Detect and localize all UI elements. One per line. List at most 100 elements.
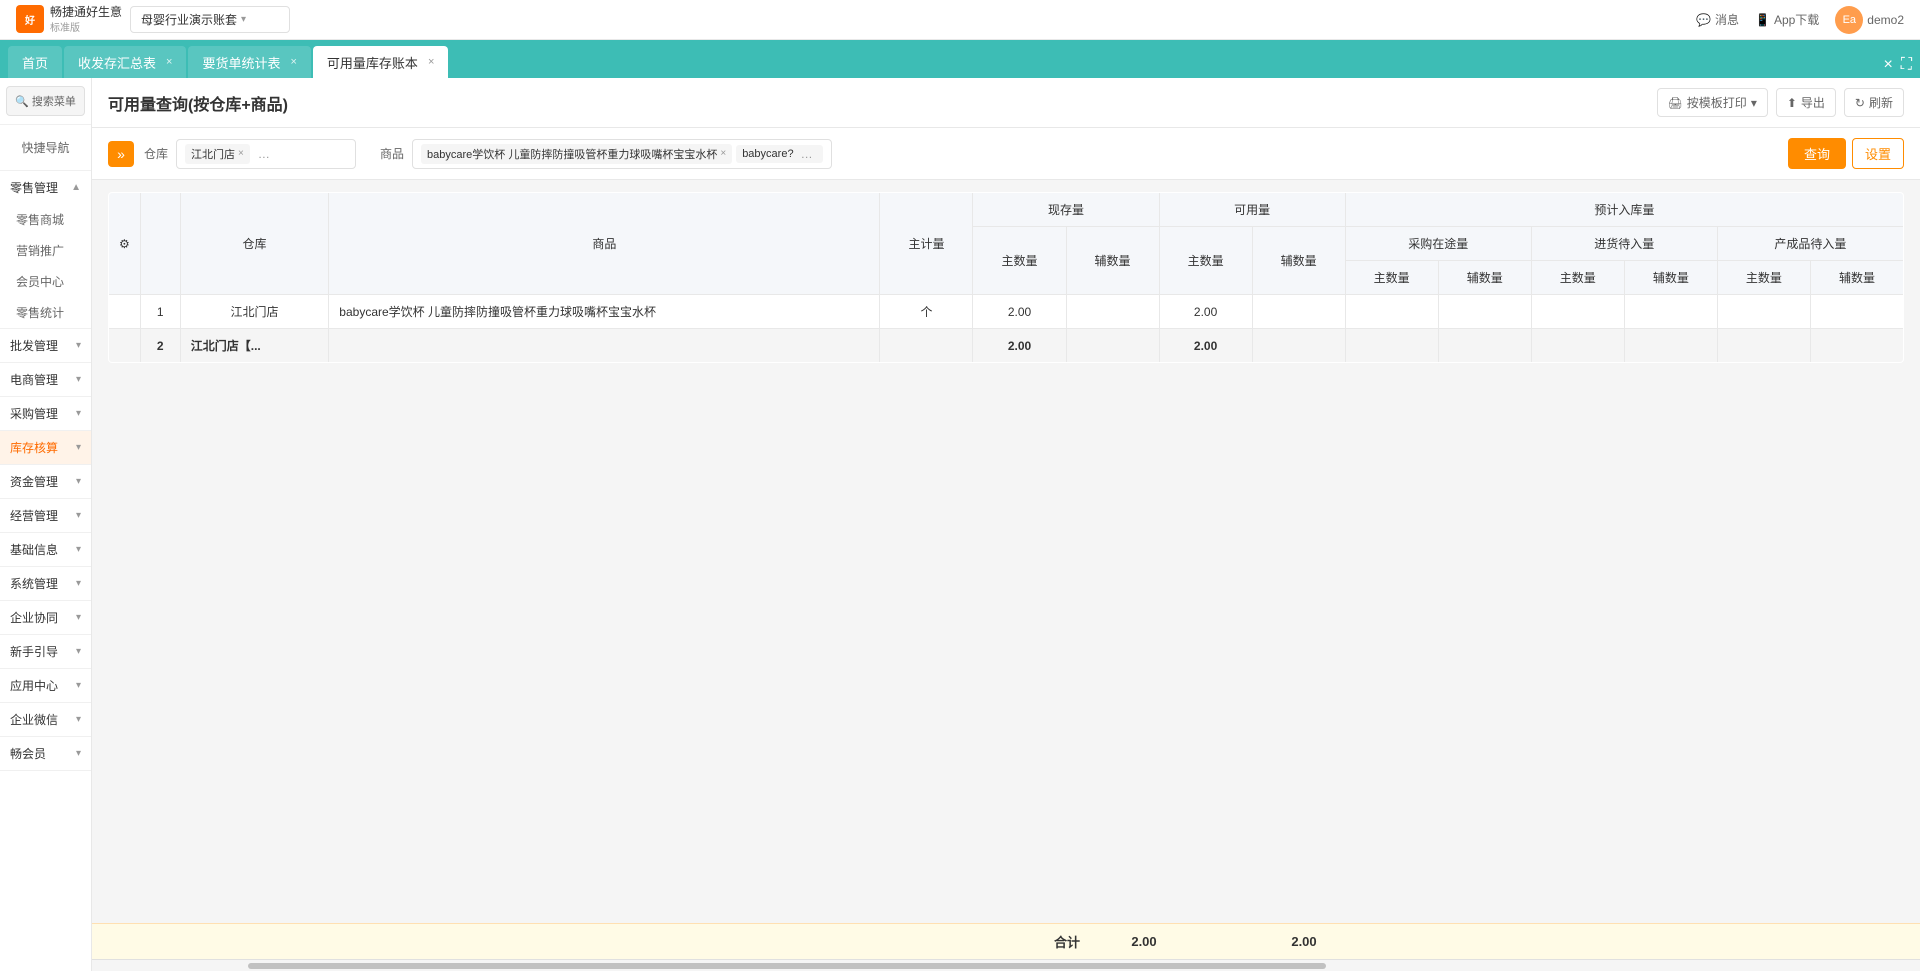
export-icon: ⬆ [1787,96,1797,110]
th-product-incoming-group: 产成品待入量 [1717,227,1903,261]
th-incoming-aux: 辅数量 [1624,261,1717,295]
warehouse-filter-label: 仓库 [144,145,168,162]
sidebar-section-lingling-arrow: ▲ [71,182,81,193]
sidebar-quick-nav: 快捷导航 [0,125,91,171]
tab-shoufacun-close[interactable]: × [166,56,172,68]
sidebar-section-kucun-arrow: ▾ [76,442,81,453]
td-available-main-1: 2.00 [1159,295,1252,329]
tab-kyyuliang-close[interactable]: × [428,56,434,68]
avatar: Ea [1835,6,1863,34]
sidebar-item-lingling-stat[interactable]: 零售统计 [0,297,91,328]
logo-sub: 标准版 [50,19,122,34]
sidebar-section-qiye-header[interactable]: 企业协同 ▾ [0,601,91,634]
warehouse-filter-more[interactable]: … [254,147,274,161]
td-product-1: babycare学饮杯 儿童防摔防撞吸管杯重力球吸嘴杯宝宝水杯 [329,295,880,329]
warehouse-filter-input[interactable]: 江北门店 × … [176,139,356,169]
sidebar-item-lingling-shop[interactable]: 零售商城 [0,204,91,235]
th-purchase-group: 采购在途量 [1345,227,1531,261]
footer-total-row: 合计 2.00 2.00 [92,923,1920,959]
sidebar-section-yingyong-label: 应用中心 [10,677,58,694]
message-button[interactable]: 💬 消息 [1696,11,1739,28]
query-button[interactable]: 查询 [1788,138,1846,169]
workspace-selector[interactable]: 母婴行业演示账套 ▾ [130,6,290,33]
sidebar-section-qiye: 企业协同 ▾ [0,601,91,635]
sidebar-section-qiyeweixin-header[interactable]: 企业微信 ▾ [0,703,91,736]
sidebar-section-caigou-label: 采购管理 [10,405,58,422]
sidebar-section-xinshou-label: 新手引导 [10,643,58,660]
sidebar-section-zijin-arrow: ▾ [76,476,81,487]
sidebar-section-changhui: 畅会员 ▾ [0,737,91,771]
sidebar-section-xitong: 系统管理 ▾ [0,567,91,601]
th-purchase-aux: 辅数量 [1438,261,1531,295]
top-bar: 好 畅捷通好生意 标准版 母婴行业演示账套 ▾ 💬 消息 📱 App下载 Ea … [0,0,1920,40]
sidebar-section-kucun-header[interactable]: 库存核算 ▾ [0,431,91,464]
sidebar-section-jingying: 经营管理 ▾ [0,499,91,533]
tab-kyyuliang-label: 可用量库存账本 [327,53,418,72]
sidebar-section-xinshou-arrow: ▾ [76,646,81,657]
sidebar-section-qiyeweixin: 企业微信 ▾ [0,703,91,737]
sidebar-section-caigou-header[interactable]: 采购管理 ▾ [0,397,91,430]
close-all-icon[interactable]: × [1883,56,1892,74]
horizontal-scrollbar-thumb[interactable] [248,963,1326,969]
sidebar-search-button[interactable]: 🔍 搜索菜单 [6,86,85,116]
sidebar-section-xinshou: 新手引导 ▾ [0,635,91,669]
th-forecast-group: 预计入库量 [1345,193,1903,227]
product-tag-more[interactable]: … [797,147,817,161]
td-warehouse-1: 江北门店 [180,295,329,329]
tab-home[interactable]: 首页 [8,46,62,78]
sidebar-item-huiyuan[interactable]: 会员中心 [0,266,91,297]
sidebar-item-yingxiao[interactable]: 营销推广 [0,235,91,266]
sidebar-section-yingyong-header[interactable]: 应用中心 ▾ [0,669,91,702]
tab-yaohuo-close[interactable]: × [290,56,296,68]
filter-toggle-button[interactable]: » [108,141,134,167]
product-tag-1-close[interactable]: × [720,148,726,159]
sidebar-section-dianshang-label: 电商管理 [10,371,58,388]
th-available-group: 可用量 [1159,193,1345,227]
sidebar-section-lingling-label: 零售管理 [10,179,58,196]
user-profile[interactable]: Ea demo2 [1835,6,1904,34]
sidebar-section-zijin-header[interactable]: 资金管理 ▾ [0,465,91,498]
chevron-down-icon: ▾ [241,14,246,25]
sidebar-section-dianshang-header[interactable]: 电商管理 ▾ [0,363,91,396]
sidebar-section-pifa-header[interactable]: 批发管理 ▾ [0,329,91,362]
quick-nav-label: 快捷导航 [21,141,69,155]
app-download-button[interactable]: 📱 App下载 [1755,11,1819,28]
fullscreen-icon[interactable]: ⛶ [1901,56,1912,74]
sidebar-section-xitong-header[interactable]: 系统管理 ▾ [0,567,91,600]
sidebar-section-lingling-header[interactable]: 零售管理 ▲ [0,171,91,204]
th-unit: 主计量 [880,193,973,295]
sidebar-item-quick-nav[interactable]: 快捷导航 [0,131,91,164]
tab-kyyuliang[interactable]: 可用量库存账本 × [313,46,448,78]
export-button[interactable]: ⬆ 导出 [1776,88,1836,117]
print-dropdown-icon: ▾ [1751,96,1757,110]
tab-shoufacun[interactable]: 收发存汇总表 × [64,46,186,78]
sidebar-section-caigou-arrow: ▾ [76,408,81,419]
nav-tabs-actions: × ⛶ [1883,56,1912,78]
warehouse-tag-close[interactable]: × [238,148,244,159]
print-button[interactable]: 🖨 按模板打印 ▾ [1657,88,1768,117]
tab-yaohuo[interactable]: 要货单统计表 × [188,46,310,78]
td-incoming-aux-2 [1624,329,1717,363]
settings-button[interactable]: 设置 [1852,138,1904,169]
logo-text: 畅捷通好生意 [50,5,122,19]
sidebar-section-pifa: 批发管理 ▾ [0,329,91,363]
product-tag-text-1: babycare学饮杯 儿童防摔防撞吸管杯重力球吸嘴杯宝宝水杯 [427,146,717,162]
td-purchase-main-1 [1345,295,1438,329]
sidebar-section-qiye-arrow: ▾ [76,612,81,623]
sidebar-section-qiyeweixin-arrow: ▾ [76,714,81,725]
sidebar-section-jingying-header[interactable]: 经营管理 ▾ [0,499,91,532]
refresh-button[interactable]: ↻ 刷新 [1844,88,1904,117]
page-title: 可用量查询(按仓库+商品) [108,91,288,115]
sidebar-section-changhui-header[interactable]: 畅会员 ▾ [0,737,91,770]
product-tag-2[interactable]: babycare? … [736,145,822,163]
sidebar-section-jichu-header[interactable]: 基础信息 ▾ [0,533,91,566]
sidebar-section-xinshou-header[interactable]: 新手引导 ▾ [0,635,91,668]
sidebar-section-zijin-label: 资金管理 [10,473,58,490]
table-row: 2 江北门店【... 2.00 2.00 [109,329,1904,363]
product-filter-input[interactable]: babycare学饮杯 儿童防摔防撞吸管杯重力球吸嘴杯宝宝水杯 × babyca… [412,139,832,169]
warehouse-tag-1[interactable]: 江北门店 × [185,144,250,164]
product-tag-1[interactable]: babycare学饮杯 儿童防摔防撞吸管杯重力球吸嘴杯宝宝水杯 × [421,144,732,164]
tab-home-label: 首页 [22,53,48,72]
filter-actions: 查询 设置 [1788,138,1904,169]
td-product-2 [329,329,880,363]
